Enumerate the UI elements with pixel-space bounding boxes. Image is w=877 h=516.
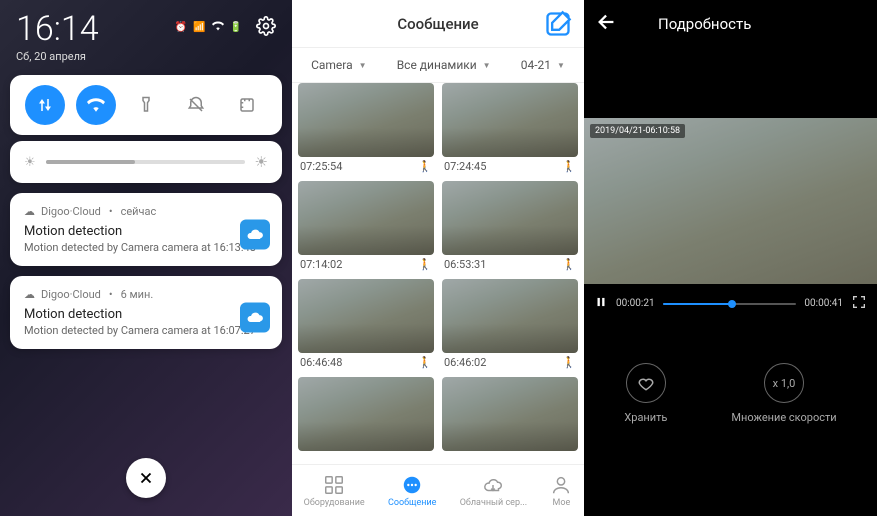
camera-filter[interactable]: Camera▼ — [311, 58, 367, 72]
motion-icon: 🚶 — [418, 356, 432, 369]
compose-button[interactable] — [544, 10, 572, 38]
app-icon — [240, 302, 270, 332]
event-item[interactable]: 07:24:45 🚶 — [442, 83, 578, 177]
app-icon — [240, 219, 270, 249]
video-controls: 00:00:21 00:00:41 — [584, 284, 877, 323]
fullscreen-button[interactable] — [851, 294, 867, 313]
brightness-high-icon: ☀ — [255, 153, 268, 171]
event-item[interactable]: 06:46:48 🚶 — [298, 279, 434, 373]
notification-item[interactable]: ☁ Digoo·Cloud сейчас Motion detection Mo… — [10, 193, 282, 266]
store-button[interactable]: Хранить — [624, 363, 667, 424]
event-item[interactable]: 07:14:02 🚶 — [298, 181, 434, 275]
detail-screen: Подробность 2019/04/21-06:10:58 00:00:21… — [584, 0, 877, 516]
event-time: 07:24:45 — [444, 160, 486, 173]
wifi-toggle[interactable] — [76, 85, 116, 125]
header: Сообщение — [292, 0, 584, 48]
notification-item[interactable]: ☁ Digoo·Cloud 6 мин. Motion detection Mo… — [10, 276, 282, 349]
header: Подробность — [584, 0, 877, 48]
notification-shade: 16:14 Сб, 20 апреля ⏰ 📶 🔋 ☀ ☀ — [0, 0, 292, 516]
settings-button[interactable] — [256, 16, 276, 39]
speaker-filter[interactable]: Все динамики▼ — [397, 58, 491, 72]
event-time: 06:46:48 — [300, 356, 342, 369]
motion-icon: 🚶 — [418, 258, 432, 271]
clear-all-button[interactable] — [126, 458, 166, 498]
elapsed-time: 00:00:21 — [616, 298, 655, 309]
event-item[interactable]: 06:46:02 🚶 — [442, 279, 578, 373]
notif-app: Digoo·Cloud — [41, 288, 101, 301]
battery-icon: 🔋 — [230, 22, 242, 33]
event-grid: 07:25:54🚶 07:24:45🚶 07:14:02🚶 06:53:31🚶 … — [292, 83, 584, 464]
progress-bar[interactable] — [663, 303, 797, 305]
signal-icon: 📶 — [193, 22, 205, 33]
quick-settings — [10, 75, 282, 135]
bottom-nav: Оборудование Сообщение Облачный сер... М… — [292, 464, 584, 516]
notif-title: Motion detection — [24, 224, 268, 239]
brightness-low-icon: ☀ — [24, 155, 36, 170]
notif-text: Motion detected by Camera camera at 16:0… — [24, 324, 268, 337]
clock: 16:14 — [16, 12, 99, 46]
event-time: 07:14:02 — [300, 258, 342, 271]
alarm-icon: ⏰ — [175, 22, 187, 33]
date: Сб, 20 апреля — [16, 50, 99, 63]
cloud-icon: ☁ — [24, 288, 35, 301]
event-time: 06:53:31 — [444, 258, 486, 271]
event-time: 07:25:54 — [300, 160, 342, 173]
wifi-icon — [212, 20, 224, 35]
date-filter[interactable]: 04-21▼ — [521, 58, 565, 72]
flashlight-toggle[interactable] — [126, 85, 166, 125]
event-time: 06:46:02 — [444, 356, 486, 369]
page-title: Сообщение — [397, 15, 478, 33]
nav-messages[interactable]: Сообщение — [388, 474, 436, 508]
event-item[interactable] — [442, 377, 578, 451]
duration: 00:00:41 — [804, 298, 843, 309]
filter-bar: Camera▼ Все динамики▼ 04-21▼ — [292, 48, 584, 83]
motion-icon: 🚶 — [418, 160, 432, 173]
screenshot-toggle[interactable] — [227, 85, 267, 125]
event-item[interactable]: 06:53:31 🚶 — [442, 181, 578, 275]
motion-icon: 🚶 — [562, 258, 576, 271]
nav-equipment[interactable]: Оборудование — [304, 474, 365, 508]
back-button[interactable] — [596, 11, 618, 37]
pause-button[interactable] — [594, 295, 608, 312]
notif-age: сейчас — [121, 205, 157, 218]
page-title: Подробность — [658, 15, 751, 33]
event-item[interactable] — [298, 377, 434, 451]
nav-cloud[interactable]: Облачный сер... — [460, 474, 527, 508]
status-bar: 16:14 Сб, 20 апреля ⏰ 📶 🔋 — [0, 0, 292, 67]
event-item[interactable]: 07:25:54 🚶 — [298, 83, 434, 177]
notif-text: Motion detected by Camera camera at 16:1… — [24, 241, 268, 254]
brightness-slider[interactable]: ☀ ☀ — [10, 141, 282, 183]
notif-app: Digoo·Cloud — [41, 205, 101, 218]
mute-toggle[interactable] — [176, 85, 216, 125]
messages-screen: Сообщение Camera▼ Все динамики▼ 04-21▼ 0… — [292, 0, 584, 516]
timestamp-overlay: 2019/04/21-06:10:58 — [590, 124, 685, 138]
notif-age: 6 мин. — [121, 288, 154, 301]
video-player[interactable]: 2019/04/21-06:10:58 — [584, 118, 877, 284]
mobile-data-toggle[interactable] — [25, 85, 65, 125]
notif-title: Motion detection — [24, 307, 268, 322]
speed-button[interactable]: x 1,0 Множение скорости — [731, 363, 836, 424]
motion-icon: 🚶 — [562, 160, 576, 173]
nav-mine[interactable]: Мое — [550, 474, 572, 508]
cloud-icon: ☁ — [24, 205, 35, 218]
motion-icon: 🚶 — [562, 356, 576, 369]
status-icons: ⏰ 📶 🔋 — [175, 16, 276, 39]
action-row: Хранить x 1,0 Множение скорости — [584, 363, 877, 424]
